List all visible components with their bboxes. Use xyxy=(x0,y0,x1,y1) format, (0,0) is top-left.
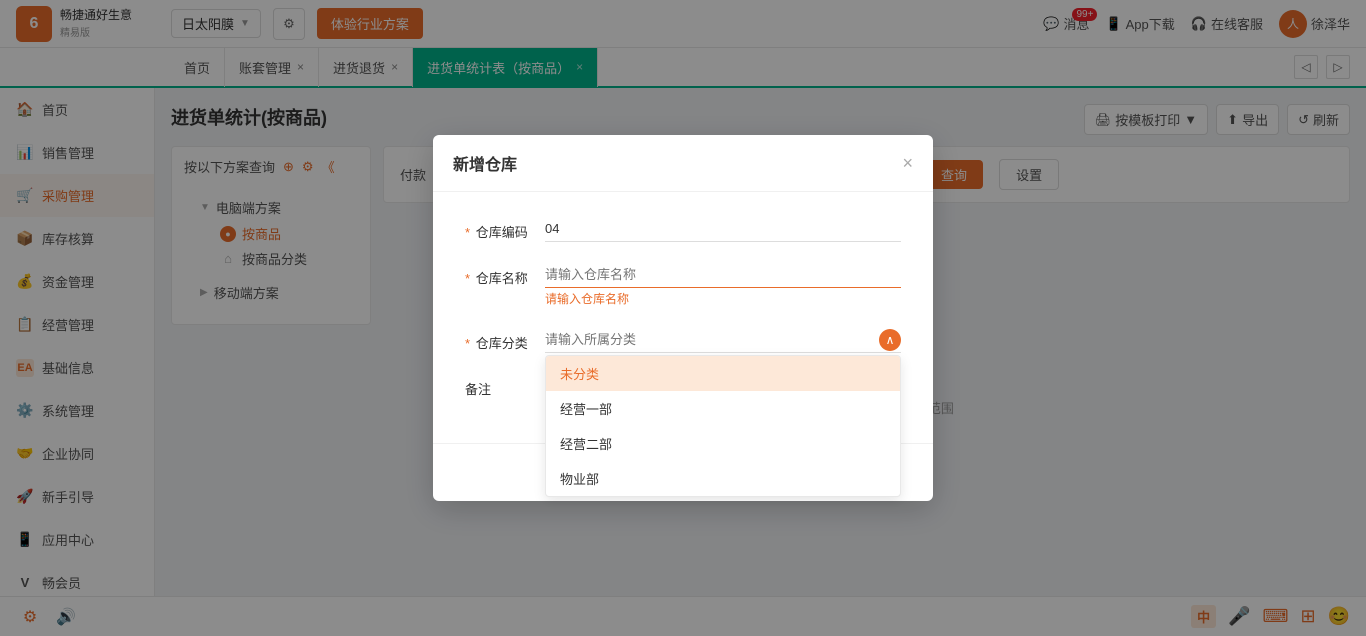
note-label-text: 备注 xyxy=(465,382,491,397)
new-warehouse-dialog: 新增仓库 × * 仓库编码 * 仓库名称 xyxy=(433,135,933,501)
name-input[interactable] xyxy=(545,262,901,288)
required-star-3: * xyxy=(465,336,470,351)
code-input[interactable] xyxy=(545,216,901,242)
note-label: 备注 xyxy=(465,373,545,398)
dialog-title: 新增仓库 xyxy=(453,151,517,175)
category-label-text: 仓库分类 xyxy=(476,336,528,351)
dropdown-item-ops1[interactable]: 经营一部 xyxy=(546,391,900,426)
dropdown-item-uncategorized[interactable]: 未分类 xyxy=(546,356,900,391)
category-label: * 仓库分类 xyxy=(465,327,545,352)
category-chevron-icon[interactable]: ∧ xyxy=(879,329,901,351)
code-control xyxy=(545,216,901,242)
dropdown-item-property[interactable]: 物业部 xyxy=(546,461,900,496)
code-label-text: 仓库编码 xyxy=(476,225,528,240)
category-dropdown: 未分类 经营一部 经营二部 物业部 xyxy=(545,355,901,497)
name-label-text: 仓库名称 xyxy=(476,271,528,286)
required-star-2: * xyxy=(465,271,470,286)
dialog-header: 新增仓库 × xyxy=(433,135,933,192)
required-star: * xyxy=(465,225,470,240)
code-label: * 仓库编码 xyxy=(465,216,545,241)
code-row: * 仓库编码 xyxy=(465,216,901,242)
dialog-body: * 仓库编码 * 仓库名称 请输入仓库名称 xyxy=(433,192,933,443)
dialog-overlay: 新增仓库 × * 仓库编码 * 仓库名称 xyxy=(0,0,1366,636)
category-input[interactable] xyxy=(545,327,901,353)
name-label: * 仓库名称 xyxy=(465,262,545,287)
name-control: 请输入仓库名称 xyxy=(545,262,901,307)
dialog-close-button[interactable]: × xyxy=(902,153,913,174)
name-row: * 仓库名称 请输入仓库名称 xyxy=(465,262,901,307)
dropdown-item-ops2[interactable]: 经营二部 xyxy=(546,426,900,461)
category-control: ∧ 未分类 经营一部 经营二部 物业部 xyxy=(545,327,901,353)
name-error-message: 请输入仓库名称 xyxy=(545,290,901,307)
category-row: * 仓库分类 ∧ 未分类 经营一部 经营二部 物业部 xyxy=(465,327,901,353)
